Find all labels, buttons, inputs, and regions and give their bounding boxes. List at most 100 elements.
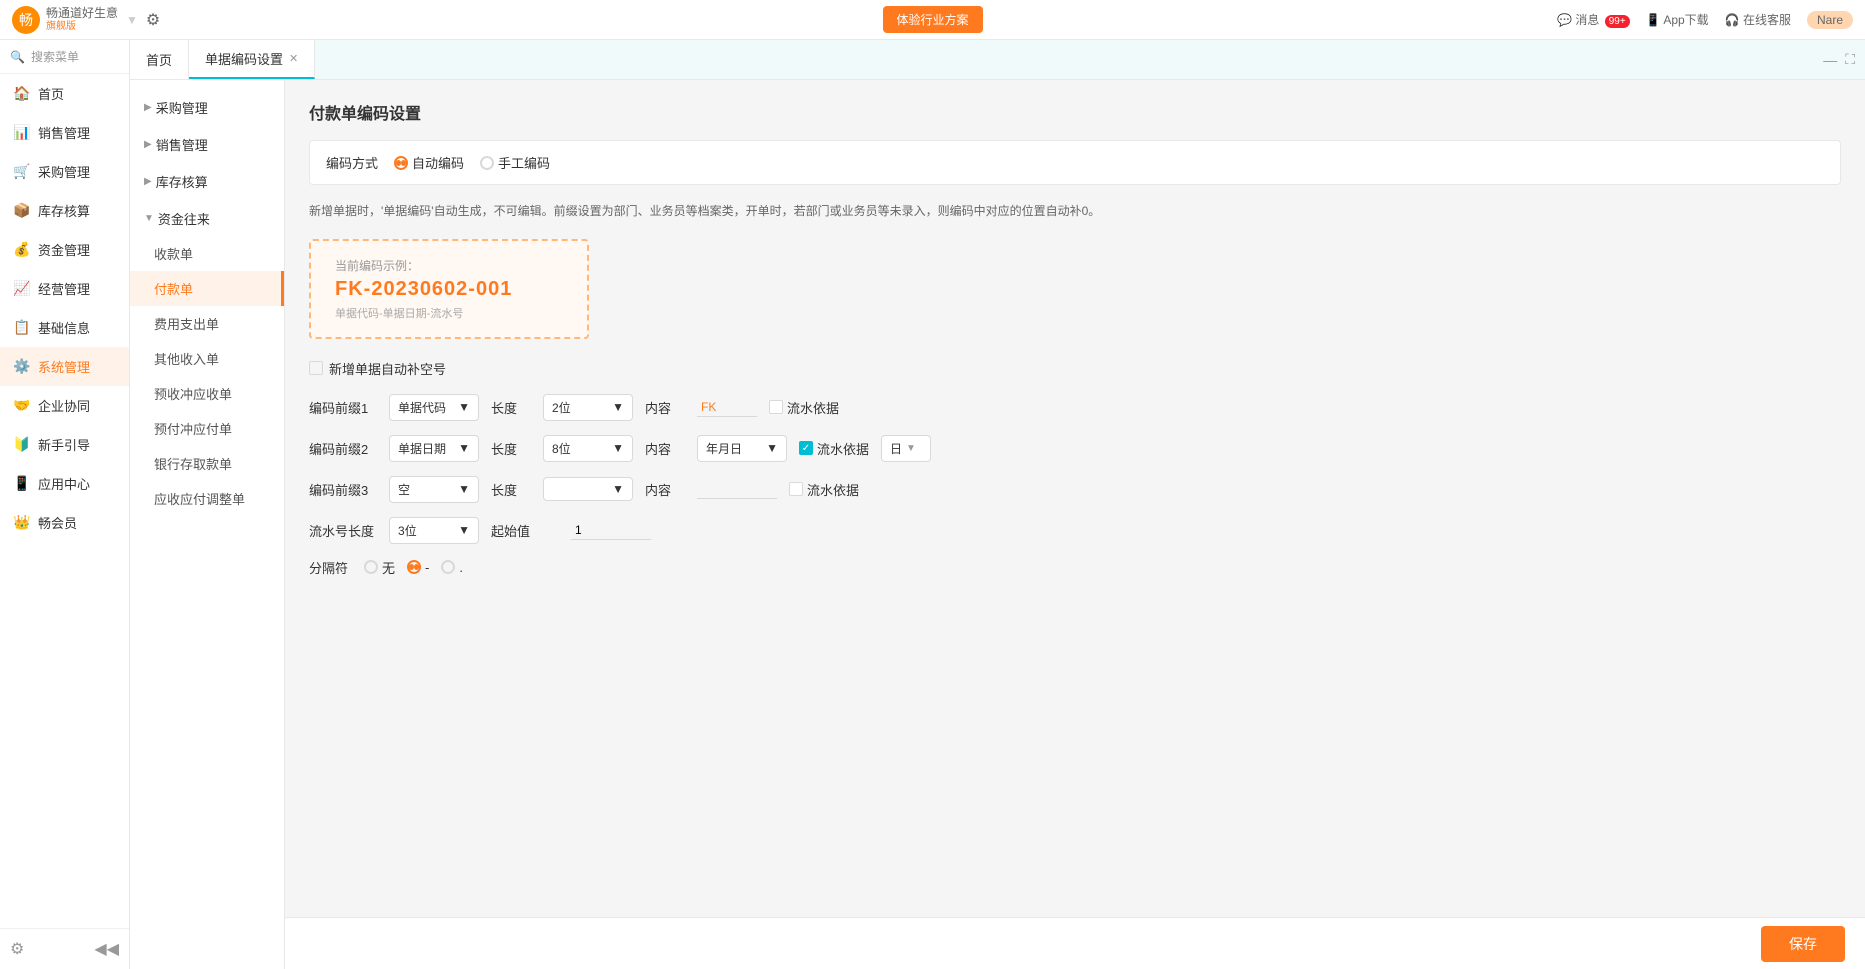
enterprise-icon: 🤝	[14, 398, 30, 414]
sep-none-circle	[364, 560, 378, 574]
sub-item-payment[interactable]: 付款单	[130, 271, 284, 306]
sub-item-receipt[interactable]: 收款单	[130, 236, 284, 271]
sep-dot-option[interactable]: .	[441, 560, 463, 575]
stream-length-label: 流水号长度	[309, 521, 377, 540]
sub-item-expense[interactable]: 费用支出单	[130, 306, 284, 341]
tab-encoding-settings[interactable]: 单据编码设置 ✕	[189, 40, 315, 79]
message-btn[interactable]: 💬 消息 99+	[1557, 11, 1630, 28]
top-bar-right: 💬 消息 99+ 📱 App下载 🎧 在线客服 Nare	[1557, 11, 1853, 29]
tab-expand-icon[interactable]: ⛶	[1845, 51, 1855, 68]
content1-input[interactable]	[697, 398, 757, 417]
apps-icon: 📱	[14, 476, 30, 492]
stream2-checkbox-wrap: ✓ 流水依据	[799, 439, 869, 458]
prefix3-select[interactable]: 空 ▼	[389, 476, 479, 503]
content2-arrow: ▼	[766, 441, 778, 455]
prefix2-select[interactable]: 单据日期 ▼	[389, 435, 479, 462]
separator-label: 分隔符	[309, 558, 348, 577]
search-menu-btn[interactable]: 🔍 搜索菜单	[0, 40, 129, 74]
sub-group-inventory-title[interactable]: ▶ 库存核算	[130, 164, 284, 199]
manual-encode-radio[interactable]: 手工编码	[480, 153, 550, 172]
save-button[interactable]: 保存	[1761, 926, 1845, 962]
prefix2-row: 编码前缀2 单据日期 ▼ 长度 8位 ▼ 内容 年月日	[309, 435, 1841, 462]
finance-icon: 💰	[14, 242, 30, 258]
length3-select[interactable]: ▼	[543, 477, 633, 501]
sub-group-purchase-title[interactable]: ▶ 采购管理	[130, 90, 284, 125]
length2-arrow: ▼	[612, 441, 624, 455]
app-download-btn[interactable]: 📱 App下载	[1646, 11, 1709, 28]
separator-row: 分隔符 无 -	[309, 558, 1841, 577]
sub-item-other-income[interactable]: 其他收入单	[130, 341, 284, 376]
sidebar-item-enterprise[interactable]: 🤝 企业协同	[0, 386, 129, 425]
prefix1-label: 编码前缀1	[309, 398, 377, 417]
sidebar-item-apps[interactable]: 📱 应用中心	[0, 464, 129, 503]
sub-item-advance-payable[interactable]: 预付冲应付单	[130, 411, 284, 446]
auto-fill-row: 新增单据自动补空号	[309, 359, 1841, 378]
stream3-checkbox[interactable]	[789, 482, 803, 496]
sidebar-item-system[interactable]: ⚙️ 系统管理	[0, 347, 129, 386]
preview-desc: 单据代码-单据日期-流水号	[335, 305, 563, 321]
arrow-right-icon: ▶	[144, 102, 152, 113]
prefix2-label: 编码前缀2	[309, 439, 377, 458]
tab-minimize-icon[interactable]: —	[1823, 52, 1837, 68]
bottom-bar: 保存	[285, 917, 1865, 969]
content2-select[interactable]: 年月日 ▼	[697, 435, 787, 462]
stream-length-select[interactable]: 3位 ▼	[389, 517, 479, 544]
preview-box: 当前编码示例： FK-20230602-001 单据代码-单据日期-流水号	[309, 239, 589, 339]
sub-item-adjustment[interactable]: 应收应付调整单	[130, 481, 284, 516]
stream-day-select[interactable]: 日 ▼	[881, 435, 931, 462]
length1-select[interactable]: 2位 ▼	[543, 394, 633, 421]
sidebar-footer: ⚙ ◀◀	[0, 928, 129, 969]
content-area: ▶ 采购管理 ▶ 销售管理 ▶ 库存核算	[130, 80, 1865, 969]
page-title: 付款单编码设置	[309, 100, 1841, 124]
stream2-checkbox[interactable]: ✓	[799, 441, 813, 455]
user-avatar[interactable]: Nare	[1807, 11, 1853, 29]
online-service-btn[interactable]: 🎧 在线客服	[1725, 11, 1791, 28]
search-icon: 🔍	[10, 50, 25, 64]
page-content: 付款单编码设置 编码方式 自动编码	[285, 80, 1865, 917]
basic-icon: 📋	[14, 320, 30, 336]
sidebar-item-basic[interactable]: 📋 基础信息	[0, 308, 129, 347]
sidebar-item-inventory[interactable]: 📦 库存核算	[0, 191, 129, 230]
auto-encode-radio[interactable]: 自动编码	[394, 153, 464, 172]
member-icon: 👑	[14, 515, 30, 531]
stream1-checkbox-wrap: 流水依据	[769, 398, 839, 417]
preview-code: FK-20230602-001	[335, 278, 563, 301]
auto-fill-checkbox[interactable]	[309, 361, 323, 375]
sidebar-item-newguide[interactable]: 🔰 新手引导	[0, 425, 129, 464]
length2-select[interactable]: 8位 ▼	[543, 435, 633, 462]
sub-item-advance-receivable[interactable]: 预收冲应收单	[130, 376, 284, 411]
sep-dash-option[interactable]: -	[407, 560, 429, 575]
tab-home[interactable]: 首页	[130, 40, 189, 79]
start-value-input[interactable]	[571, 521, 651, 540]
settings-footer-icon[interactable]: ⚙	[10, 939, 24, 959]
prefix1-arrow: ▼	[458, 400, 470, 414]
sidebar-item-member[interactable]: 👑 畅会员	[0, 503, 129, 542]
encoding-radio-group: 自动编码 手工编码	[394, 153, 550, 172]
sub-item-bank[interactable]: 银行存取款单	[130, 446, 284, 481]
stream1-checkbox[interactable]	[769, 400, 783, 414]
encoding-method-section: 编码方式 自动编码 手工编码	[309, 140, 1841, 185]
sep-none-option[interactable]: 无	[364, 558, 395, 577]
settings-icon[interactable]: ⚙	[146, 10, 160, 30]
collapse-icon[interactable]: ◀◀	[94, 939, 119, 959]
sub-group-funds-title[interactable]: ▼ 资金往来	[130, 201, 284, 236]
length3-arrow: ▼	[612, 482, 624, 496]
sidebar-item-business[interactable]: 📈 经营管理	[0, 269, 129, 308]
top-bar: 畅 畅通道好生意 旗舰版 ▼ ⚙ 体验行业方案 💬 消息 99+ 📱 App下载…	[0, 0, 1865, 40]
prefix2-arrow: ▼	[458, 441, 470, 455]
sub-sidebar: ▶ 采购管理 ▶ 销售管理 ▶ 库存核算	[130, 80, 285, 969]
sidebar-item-finance[interactable]: 💰 资金管理	[0, 230, 129, 269]
sidebar-item-sales[interactable]: 📊 销售管理	[0, 113, 129, 152]
industry-btn[interactable]: 体验行业方案	[882, 6, 982, 33]
sidebar-item-purchase[interactable]: 🛒 采购管理	[0, 152, 129, 191]
system-icon: ⚙️	[14, 359, 30, 375]
sub-group-sales-title[interactable]: ▶ 销售管理	[130, 127, 284, 162]
dropdown-arrow[interactable]: ▼	[126, 13, 138, 27]
arrow-right-icon3: ▶	[144, 176, 152, 187]
sidebar-item-home[interactable]: 🏠 首页	[0, 74, 129, 113]
tab-bar: 首页 单据编码设置 ✕ — ⛶	[130, 40, 1865, 80]
content3-input[interactable]	[697, 480, 777, 499]
prefix1-select[interactable]: 单据代码 ▼	[389, 394, 479, 421]
tab-close-btn[interactable]: ✕	[289, 52, 298, 65]
content3-label: 内容	[645, 480, 685, 499]
